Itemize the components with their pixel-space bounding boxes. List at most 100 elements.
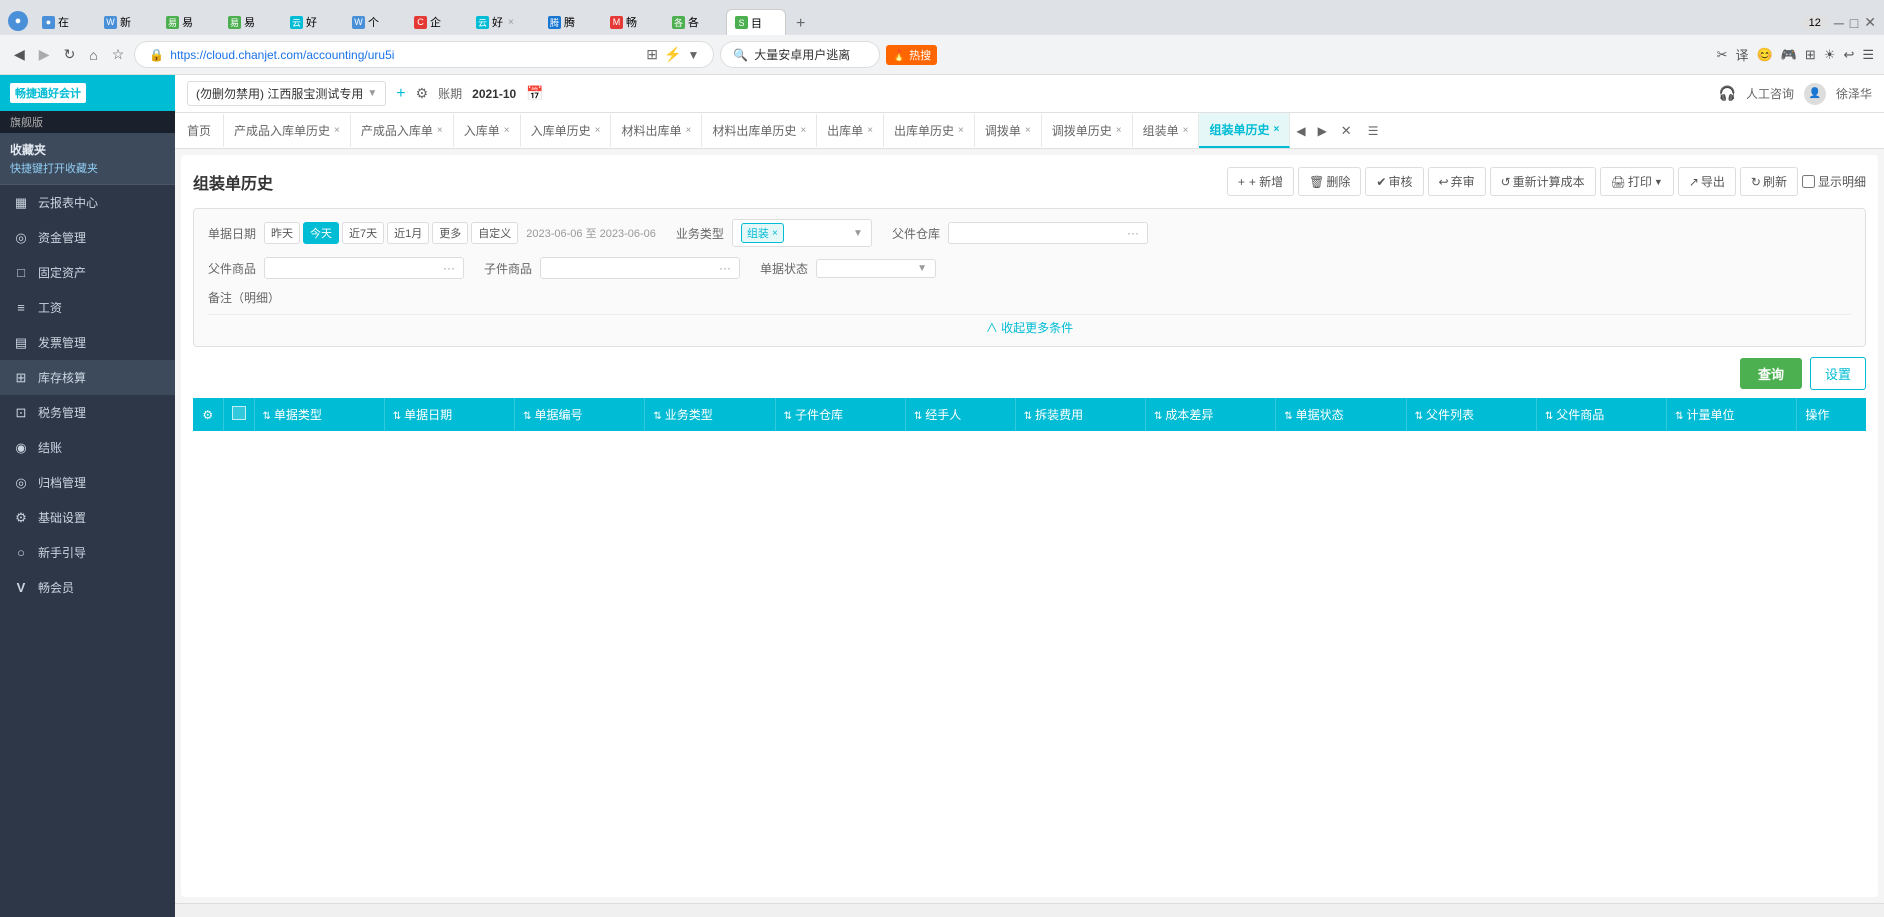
parent-warehouse-more[interactable]: ··· <box>1127 226 1139 240</box>
tab-close-1[interactable]: × <box>334 125 340 136</box>
company-selector[interactable]: (勿删勿禁用) 江西服宝测试专用 ▼ <box>187 81 386 106</box>
page-tab-ruku[interactable]: 入库单 × <box>454 114 521 147</box>
add-company-button[interactable]: + <box>396 85 405 103</box>
tab-12[interactable]: S 目 <box>726 9 786 35</box>
qrcode-icon[interactable]: ⊞ <box>646 46 658 63</box>
tab-6[interactable]: W 个 <box>344 9 404 35</box>
new-tab-button[interactable]: + <box>788 15 813 33</box>
close-window-icon[interactable]: ✕ <box>1864 14 1876 31</box>
back-button[interactable]: ◀ <box>10 42 29 67</box>
delete-button[interactable]: 🗑 删除 <box>1298 167 1361 196</box>
tab-11[interactable]: 各 各 <box>664 9 724 35</box>
month-btn[interactable]: 近1月 <box>387 222 429 244</box>
page-tab-chanchenpin[interactable]: 产成品入库单 × <box>351 114 454 147</box>
today-btn[interactable]: 今天 <box>303 222 339 244</box>
sun-tool[interactable]: ☀ <box>1824 47 1836 63</box>
th-business-type[interactable]: ⇅业务类型 <box>645 398 775 431</box>
bookmark-sub[interactable]: 快捷键打开收藏夹 <box>10 160 165 176</box>
emoji-tool[interactable]: 😊 <box>1757 47 1773 63</box>
page-tab-home[interactable]: 首页 <box>175 114 224 147</box>
maximize-icon[interactable]: □ <box>1850 15 1858 31</box>
query-button[interactable]: 查询 <box>1740 358 1802 389</box>
status-dropdown[interactable]: ▼ <box>816 259 936 278</box>
tab-8-close[interactable]: × <box>508 17 514 28</box>
minimize-icon[interactable]: ─ <box>1834 15 1844 31</box>
undo-tool[interactable]: ↩ <box>1843 47 1854 63</box>
dropdown-icon[interactable]: ▼ <box>687 48 699 62</box>
sidebar-item-xinshou[interactable]: ○ 新手引导 <box>0 535 175 570</box>
tab-close-11[interactable]: × <box>1183 125 1189 136</box>
th-cost-diff[interactable]: ⇅成本差异 <box>1146 398 1276 431</box>
th-voucher-status[interactable]: ⇅单据状态 <box>1276 398 1406 431</box>
show-detail-checkbox[interactable] <box>1802 175 1815 188</box>
th-unit[interactable]: ⇅计量单位 <box>1667 398 1797 431</box>
tab-menu-icon[interactable]: ☰ <box>1360 118 1387 144</box>
filter-settings-button[interactable]: 设置 <box>1810 357 1866 390</box>
th-disassembly-fee[interactable]: ⇅拆装费用 <box>1015 398 1145 431</box>
address-bar[interactable]: 🔒 https://cloud.chanjet.com/accounting/u… <box>134 41 714 68</box>
header-checkbox[interactable] <box>232 406 246 420</box>
tab-close-6[interactable]: × <box>800 125 806 136</box>
tab-close-all[interactable]: ✕ <box>1333 117 1360 145</box>
tab-scroll-left[interactable]: ◀ <box>1290 118 1311 144</box>
tab-3[interactable]: 易 易 <box>158 9 218 35</box>
tab-9[interactable]: 腾 腾 <box>540 9 600 35</box>
child-goods-input[interactable]: ··· <box>540 257 740 279</box>
th-checkbox[interactable] <box>223 398 254 431</box>
bookmark-button[interactable]: ☆ <box>108 42 129 67</box>
page-tab-ruku-history[interactable]: 入库单历史 × <box>521 114 612 147</box>
sidebar-item-jiezhang[interactable]: ◉ 结账 <box>0 430 175 465</box>
business-type-dropdown[interactable]: ▼ <box>853 228 863 239</box>
tab-7[interactable]: C 企 <box>406 9 466 35</box>
page-tab-cailiao-chuku[interactable]: 材料出库单 × <box>611 114 702 147</box>
forward-button[interactable]: ▶ <box>35 42 54 67</box>
page-tab-zuzhuang-history[interactable]: 组装单历史 × <box>1199 113 1290 148</box>
more-btn[interactable]: 更多 <box>432 222 468 244</box>
parent-warehouse-input[interactable]: ··· <box>948 222 1148 244</box>
custom-btn[interactable]: 自定义 <box>471 222 518 244</box>
th-parent-goods[interactable]: ⇅父件商品 <box>1536 398 1666 431</box>
th-voucher-no[interactable]: ⇅单据编号 <box>515 398 645 431</box>
page-tab-diaobo[interactable]: 调拨单 × <box>975 114 1042 147</box>
show-detail-checkbox-label[interactable]: 显示明细 <box>1802 173 1866 190</box>
abandon-button[interactable]: ↩ 弃审 <box>1428 167 1486 196</box>
sidebar-item-zijin[interactable]: ◎ 资金管理 <box>0 220 175 255</box>
th-child-warehouse[interactable]: ⇅子件仓库 <box>775 398 905 431</box>
lightning-icon[interactable]: ⚡ <box>664 46 681 63</box>
tab-10[interactable]: M 畅 <box>602 9 662 35</box>
filter-collapse[interactable]: ∧ 收起更多条件 <box>208 314 1851 340</box>
reload-button[interactable]: ↻ <box>60 42 80 67</box>
tab-5[interactable]: 云 好 <box>282 9 342 35</box>
scissors-tool[interactable]: ✂ <box>1717 47 1728 63</box>
user-name[interactable]: 徐泽华 <box>1836 85 1872 102</box>
gamepad-tool[interactable]: 🎮 <box>1781 47 1797 63</box>
parent-goods-input[interactable]: ··· <box>264 257 464 279</box>
tab-close-8[interactable]: × <box>958 125 964 136</box>
service-label[interactable]: 人工咨询 <box>1746 85 1794 102</box>
sidebar-item-huiyuan[interactable]: V 畅会员 <box>0 570 175 605</box>
th-voucher-date[interactable]: ⇅单据日期 <box>384 398 514 431</box>
translate-tool[interactable]: 译 <box>1735 45 1748 64</box>
page-tab-diaobo-history[interactable]: 调拨单历史 × <box>1042 114 1133 147</box>
refresh-button[interactable]: ↻ 刷新 <box>1740 167 1798 196</box>
page-tab-cailiao-chuku-history[interactable]: 材料出库单历史 × <box>702 114 817 147</box>
sidebar-item-shuiwu[interactable]: ⊡ 税务管理 <box>0 395 175 430</box>
tab-close-2[interactable]: × <box>437 125 443 136</box>
print-button[interactable]: 🖨 打印 ▼ <box>1600 167 1674 196</box>
tab-close-7[interactable]: × <box>867 125 873 136</box>
th-parent-list[interactable]: ⇅父件列表 <box>1406 398 1536 431</box>
th-settings[interactable]: ⚙ <box>193 398 223 431</box>
export-button[interactable]: ↗ 导出 <box>1678 167 1736 196</box>
sidebar-item-jichu[interactable]: ⚙ 基础设置 <box>0 500 175 535</box>
add-button[interactable]: + + 新增 <box>1227 167 1294 196</box>
menu-tool[interactable]: ☰ <box>1862 47 1874 63</box>
page-tab-zuzhuang[interactable]: 组装单 × <box>1133 114 1200 147</box>
page-tab-chuku-history[interactable]: 出库单历史 × <box>884 114 975 147</box>
recalculate-button[interactable]: ↺ 重新计算成本 <box>1490 167 1596 196</box>
th-voucher-type[interactable]: ⇅单据类型 <box>254 398 384 431</box>
page-tab-chuku[interactable]: 出库单 × <box>817 114 884 147</box>
sidebar-item-kucun[interactable]: ⊞ 库存核算 <box>0 360 175 395</box>
week-btn[interactable]: 近7天 <box>342 222 384 244</box>
tab-close-12[interactable]: × <box>1273 124 1279 135</box>
tab-close-9[interactable]: × <box>1025 125 1031 136</box>
